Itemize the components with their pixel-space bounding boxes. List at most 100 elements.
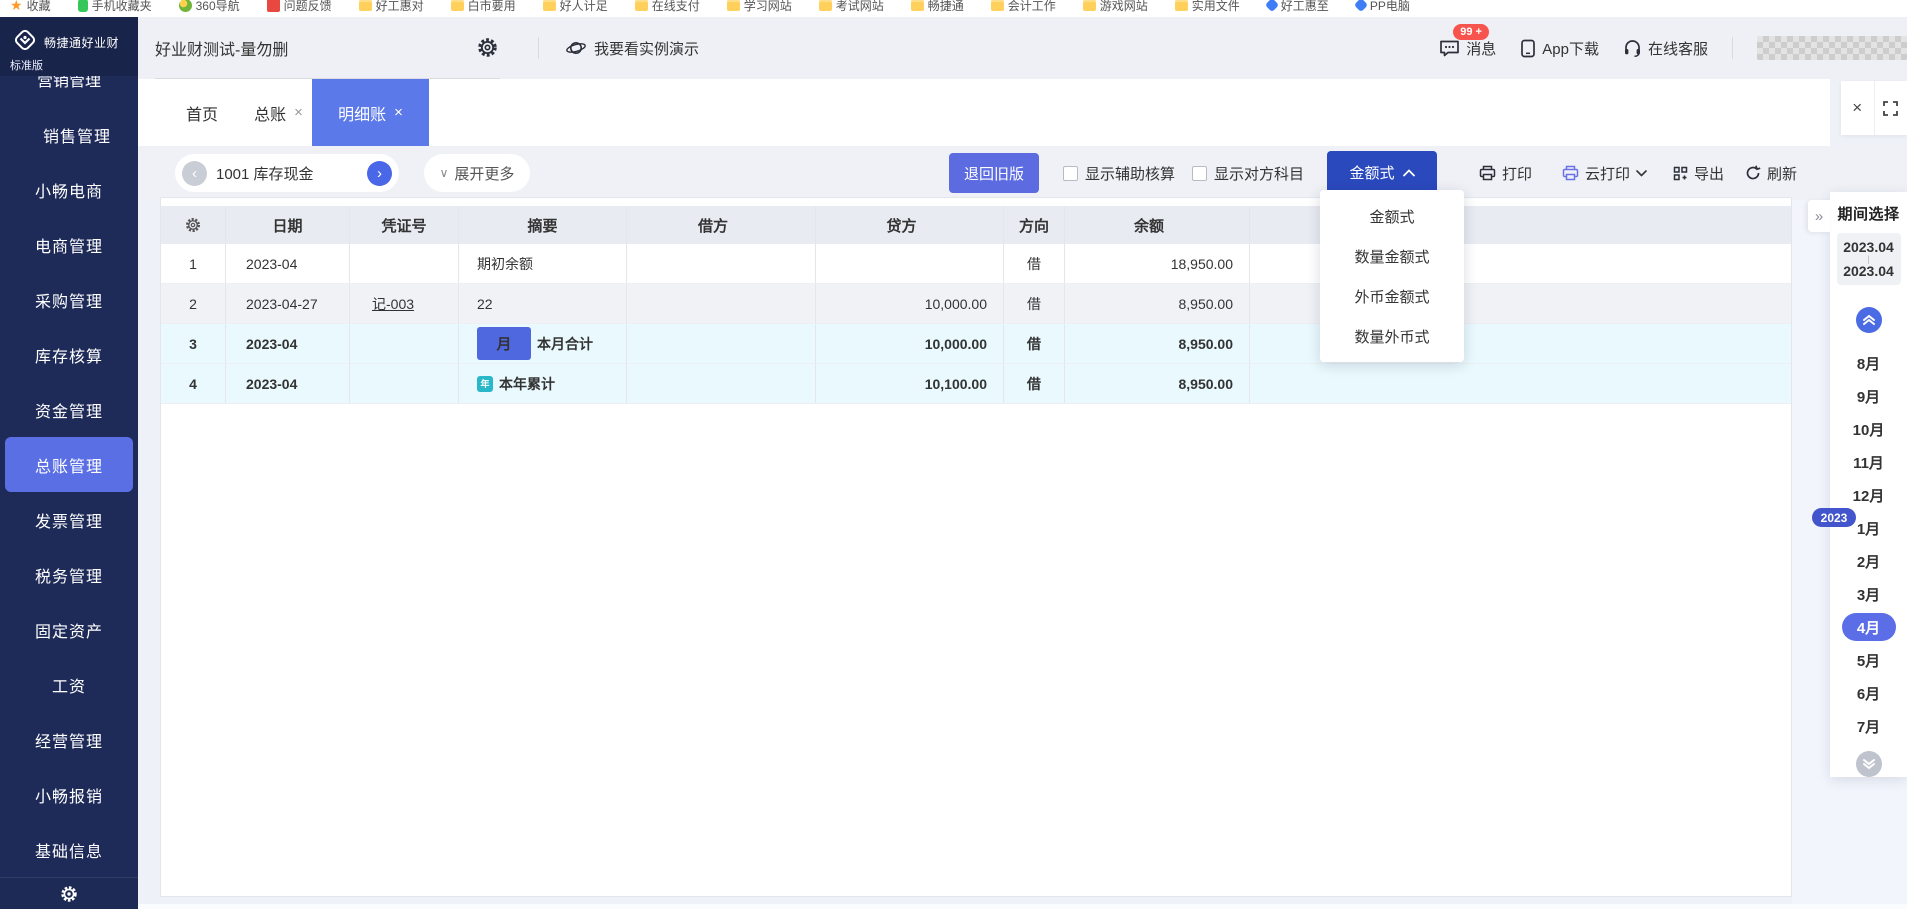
table-row[interactable]: 4 2023-04 年本年累计 10,100.00 借 8,950.00 xyxy=(161,364,1791,404)
bookmark-item[interactable]: 游戏网站 xyxy=(1082,0,1148,14)
table-row[interactable]: 2 2023-04-27 记-003 22 10,000.00 借 8,950.00 xyxy=(161,284,1791,324)
next-account-icon[interactable]: › xyxy=(367,160,392,186)
sidebar-item-purchase[interactable]: 采购管理 xyxy=(0,272,138,327)
sidebar-item-general-ledger[interactable]: 总账管理 xyxy=(5,437,133,492)
credit-cell xyxy=(816,244,1004,283)
debit-cell xyxy=(627,284,816,323)
table-row[interactable]: 3 2023-04 月本月合计 10,000.00 借 8,950.00 xyxy=(161,324,1791,364)
row-number: 3 xyxy=(161,324,226,363)
format-menu-item[interactable]: 数量外币式 xyxy=(1320,316,1464,356)
sidebar-item-funds[interactable]: 资金管理 xyxy=(0,382,138,437)
print-button[interactable]: 打印 xyxy=(1479,146,1532,200)
scroll-up-icon[interactable] xyxy=(1855,307,1882,333)
sidebar-item-expense[interactable]: 小畅报销 xyxy=(0,767,138,822)
format-dropdown-button[interactable]: 金额式 xyxy=(1327,151,1437,194)
sidebar-item-base-info[interactable]: 基础信息 xyxy=(0,822,138,877)
bookmark-item[interactable]: 实用文件 xyxy=(1174,0,1240,14)
sidebar-item-ecommerce-lite[interactable]: 小畅电商 xyxy=(0,162,138,217)
sidebar-item-ecommerce[interactable]: 电商管理 xyxy=(0,217,138,272)
sidebar-item-partial[interactable]: 营销管理 xyxy=(0,76,138,95)
phone-icon xyxy=(77,0,88,12)
month-option[interactable]: 3月 xyxy=(1842,578,1896,611)
bookmark-item[interactable]: 360导航 xyxy=(178,0,240,14)
show-counterpart-checkbox[interactable]: 显示对方科目 xyxy=(1192,146,1304,200)
fullscreen-icon[interactable] xyxy=(1873,81,1907,135)
tab-general-ledger[interactable]: 总账 × xyxy=(245,79,312,146)
month-option[interactable]: 7月 xyxy=(1842,710,1896,743)
debit-cell xyxy=(627,244,816,283)
back-to-old-version-button[interactable]: 退回旧版 xyxy=(949,153,1039,193)
show-auxiliary-checkbox[interactable]: 显示辅助核算 xyxy=(1063,146,1175,200)
messages-button[interactable]: 99 + 消息 xyxy=(1439,23,1497,59)
month-option[interactable]: 10月 xyxy=(1842,413,1896,446)
bookmark-item[interactable]: 好人计足 xyxy=(542,0,608,14)
checkbox-icon xyxy=(1063,165,1078,181)
collapse-panel-icon[interactable]: » xyxy=(1808,200,1830,232)
account-selector[interactable]: ‹ 1001 库存现金 › xyxy=(175,154,399,192)
column-settings-gear-icon[interactable] xyxy=(161,206,226,244)
bookmark-item[interactable]: 会计工作 xyxy=(990,0,1056,14)
bookmark-item[interactable]: ★ 收藏 xyxy=(10,0,51,14)
month-option[interactable]: 11月 xyxy=(1842,446,1896,479)
app-download-button[interactable]: App下载 xyxy=(1520,38,1599,59)
sidebar-item-fixed-assets[interactable]: 固定资产 xyxy=(0,602,138,657)
close-icon[interactable]: × xyxy=(294,104,303,121)
month-option[interactable]: 12月 xyxy=(1842,479,1896,512)
prev-account-icon[interactable]: ‹ xyxy=(182,160,207,186)
planet-icon xyxy=(565,39,587,57)
month-option[interactable]: 5月 xyxy=(1842,644,1896,677)
user-avatar[interactable] xyxy=(1757,36,1907,60)
sidebar-item-tax[interactable]: 税务管理 xyxy=(0,547,138,602)
sidebar-item-inventory[interactable]: 库存核算 xyxy=(0,327,138,382)
period-range-selector[interactable]: 2023.04 | 2023.04 xyxy=(1836,233,1901,285)
expand-more-button[interactable]: ∨ 展开更多 xyxy=(424,154,530,192)
headset-icon xyxy=(1623,39,1642,58)
month-option[interactable]: 8月 xyxy=(1842,347,1896,380)
chevron-down-icon: ∨ xyxy=(439,166,449,180)
month-option[interactable]: 9月 xyxy=(1842,380,1896,413)
header-right-group: 99 + 消息 App下载 在线客服 xyxy=(1439,17,1907,79)
bookmark-item[interactable]: 在线支付 xyxy=(634,0,700,14)
tab-label: 总账 xyxy=(254,106,287,124)
format-menu-item[interactable]: 金额式 xyxy=(1320,196,1464,236)
bookmark-item[interactable]: 手机收藏夹 xyxy=(77,0,152,14)
messages-label: 消息 xyxy=(1466,40,1497,58)
direction-cell: 借 xyxy=(1004,284,1065,323)
period-panel-title: 期间选择 xyxy=(1837,206,1900,223)
bookmark-item[interactable]: 白市要用 xyxy=(450,0,516,14)
sidebar-item-invoice[interactable]: 发票管理 xyxy=(0,492,138,547)
tab-home[interactable]: 首页 xyxy=(159,79,245,146)
format-menu-item[interactable]: 外币金额式 xyxy=(1320,276,1464,316)
demo-link[interactable]: 我要看实例演示 xyxy=(565,38,699,59)
close-icon[interactable]: × xyxy=(1841,81,1874,135)
sidebar-settings[interactable] xyxy=(0,877,138,909)
month-option[interactable]: 2月 xyxy=(1842,545,1896,578)
sidebar-item-payroll[interactable]: 工资 xyxy=(0,657,138,712)
bookmark-item[interactable]: 畅捷通 xyxy=(910,0,964,14)
month-option[interactable]: 6月 xyxy=(1842,677,1896,710)
scroll-down-icon[interactable] xyxy=(1855,751,1882,777)
voucher-link[interactable]: 记-003 xyxy=(372,294,414,314)
sidebar-item-operations[interactable]: 经营管理 xyxy=(0,712,138,767)
bookmark-item[interactable]: 问题反馈 xyxy=(266,0,332,14)
cloud-print-button[interactable]: 云打印 xyxy=(1562,146,1647,200)
tab-detail-ledger[interactable]: 明细账 × xyxy=(312,79,429,146)
bookmark-item[interactable]: 考试网站 xyxy=(818,0,884,14)
export-button[interactable]: 导出 xyxy=(1673,146,1724,200)
company-selector[interactable]: 好业财测试-量勿删 xyxy=(155,17,500,79)
ledger-toolbar: ‹ 1001 库存现金 › ∨ 展开更多 退回旧版 显示辅助核算 显示对方科目 … xyxy=(138,146,1907,200)
bookmark-item[interactable]: 学习网站 xyxy=(726,0,792,14)
settings-gear-icon[interactable] xyxy=(477,37,498,58)
month-option[interactable]: 4月 xyxy=(1841,613,1896,641)
bookmark-item[interactable]: 好工惠对 xyxy=(358,0,424,14)
sidebar-item-sales[interactable]: 销售管理 xyxy=(0,107,138,162)
close-icon[interactable]: × xyxy=(394,104,403,121)
table-row[interactable]: 1 2023-04 期初余额 借 18,950.00 xyxy=(161,244,1791,284)
bookmark-item[interactable]: PP电脑 xyxy=(1353,0,1410,14)
period-to: 2023.04 xyxy=(1843,263,1894,279)
voucher-cell: 记-003 xyxy=(350,284,459,323)
format-menu-item[interactable]: 数量金额式 xyxy=(1320,236,1464,276)
bookmark-item[interactable]: 好工惠至 xyxy=(1264,0,1329,14)
refresh-button[interactable]: 刷新 xyxy=(1745,146,1797,200)
support-button[interactable]: 在线客服 xyxy=(1623,38,1708,59)
